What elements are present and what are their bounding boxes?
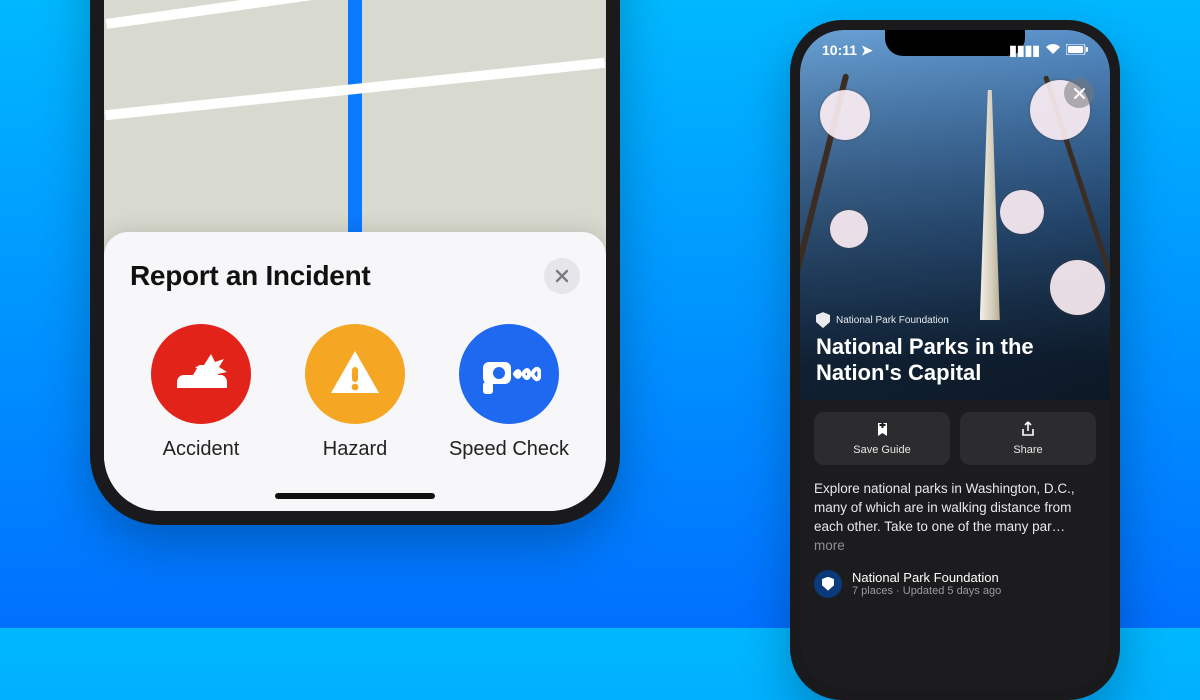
option-speed-check[interactable]: Speed Check [438, 324, 580, 461]
report-incident-sheet: Report an Incident Accident Hazard [104, 232, 606, 511]
cherry-blossom [830, 210, 868, 248]
author-row[interactable]: National Park Foundation 7 places · Upda… [814, 570, 1096, 598]
brand-row: National Park Foundation [816, 312, 1094, 328]
guide-body: Save Guide Share Explore national parks … [800, 400, 1110, 690]
phone-left-screen: Report an Incident Accident Hazard [104, 0, 606, 511]
more-link[interactable]: more [814, 538, 845, 553]
close-icon [1073, 87, 1086, 100]
option-hazard[interactable]: Hazard [284, 324, 426, 461]
close-guide-button[interactable] [1064, 78, 1094, 108]
author-name: National Park Foundation [852, 570, 1001, 585]
sheet-title: Report an Incident [130, 260, 370, 292]
guide-hero-image: National Park Foundation National Parks … [800, 30, 1110, 400]
shield-icon [816, 312, 830, 328]
cherry-blossom [1000, 190, 1044, 234]
option-accident-label: Accident [163, 438, 240, 461]
bookmark-add-icon [875, 422, 890, 440]
cherry-blossom [1050, 260, 1105, 315]
battery-icon [1066, 42, 1088, 58]
home-indicator [275, 493, 435, 499]
option-speed-check-label: Speed Check [449, 438, 569, 461]
close-icon [554, 268, 570, 284]
option-hazard-label: Hazard [323, 438, 387, 461]
author-meta: 7 places · Updated 5 days ago [852, 585, 1001, 597]
guide-title: National Parks in the Nation's Capital [816, 334, 1094, 386]
phone-left-frame: Report an Incident Accident Hazard [90, 0, 620, 525]
save-guide-label: Save Guide [853, 444, 910, 456]
wifi-icon [1045, 42, 1061, 58]
status-time: 10:11 ➤ [822, 42, 873, 59]
guide-description: Explore national parks in Washington, D.… [814, 479, 1096, 556]
share-label: Share [1013, 444, 1042, 456]
phone-right-screen: 10:11 ➤ ▮▮▮▮ [800, 30, 1110, 690]
washington-monument [980, 90, 1000, 320]
accident-icon [151, 324, 251, 424]
hazard-icon [305, 324, 405, 424]
author-badge [814, 570, 842, 598]
signal-icon: ▮▮▮▮ [1009, 42, 1040, 59]
option-accident[interactable]: Accident [130, 324, 272, 461]
share-icon [1021, 421, 1035, 440]
save-guide-button[interactable]: Save Guide [814, 412, 950, 465]
speed-check-icon [459, 324, 559, 424]
brand-name: National Park Foundation [836, 315, 949, 326]
route-line [348, 0, 362, 254]
share-button[interactable]: Share [960, 412, 1096, 465]
phone-right-frame: 10:11 ➤ ▮▮▮▮ [790, 20, 1120, 700]
location-icon: ➤ [861, 42, 873, 58]
shield-icon [822, 577, 834, 591]
close-sheet-button[interactable] [544, 258, 580, 294]
cherry-blossom [820, 90, 870, 140]
status-bar: 10:11 ➤ ▮▮▮▮ [800, 40, 1110, 60]
